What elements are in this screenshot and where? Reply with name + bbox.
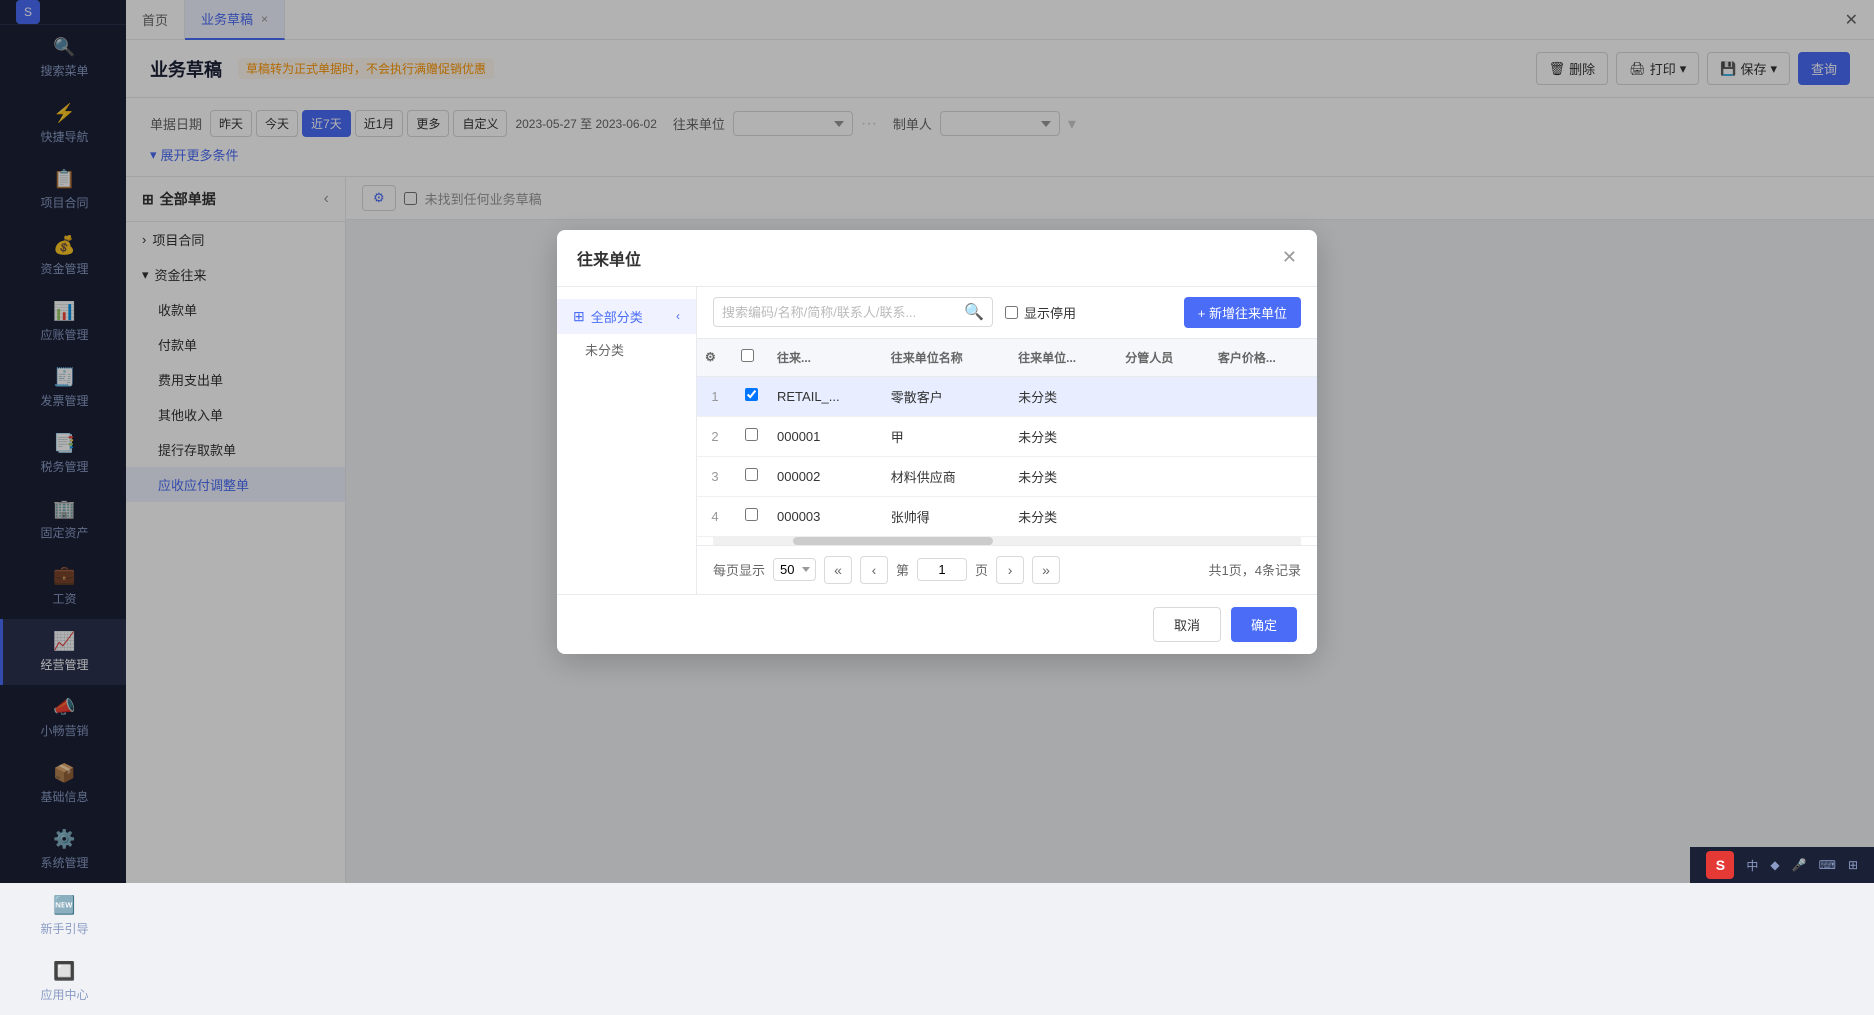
partner-modal: 往来单位 ✕ ⊞ 全部分类 ‹ 未分类 (557, 230, 1317, 654)
th-icon: ⚙ (697, 339, 733, 377)
row-check[interactable] (733, 496, 769, 536)
table-row[interactable]: 2 000001 甲 未分类 (697, 416, 1317, 456)
modal-category-uncategorized-label: 未分类 (585, 343, 624, 358)
row-code: 000001 (769, 416, 883, 456)
page-label: 第 (896, 560, 909, 579)
modal-header: 往来单位 ✕ (557, 230, 1317, 287)
modal-close-button[interactable]: ✕ (1282, 247, 1297, 268)
modal-category-all[interactable]: ⊞ 全部分类 ‹ (557, 299, 696, 334)
th-price: 客户价格... (1210, 339, 1317, 377)
row-code: 000002 (769, 456, 883, 496)
page-first-button[interactable]: « (824, 556, 852, 584)
bottom-logo: S (1706, 851, 1734, 879)
grid-icon: ⊞ (573, 308, 585, 325)
header-checkbox[interactable] (741, 349, 754, 362)
search-box: 🔍 (713, 297, 993, 327)
row-manager (1117, 496, 1210, 536)
modal-title: 往来单位 (577, 246, 641, 270)
row-price (1210, 416, 1317, 456)
cancel-button[interactable]: 取消 (1153, 607, 1221, 642)
row-manager (1117, 416, 1210, 456)
search-icon: 🔍 (964, 302, 984, 322)
row-category: 未分类 (1010, 496, 1117, 536)
per-page-label: 每页显示 (713, 560, 765, 579)
modal-table: ⚙ 往来... 往来单位名称 往来单位... (697, 339, 1317, 537)
show-disabled-text: 显示停用 (1024, 303, 1076, 322)
partner-table: ⚙ 往来... 往来单位名称 往来单位... (697, 339, 1317, 537)
th-name: 往来单位名称 (883, 339, 1010, 377)
confirm-button[interactable]: 确定 (1231, 607, 1297, 642)
modal-overlay[interactable]: 往来单位 ✕ ⊞ 全部分类 ‹ 未分类 (0, 0, 1874, 883)
bottom-item-diamond[interactable]: ◆ (1770, 858, 1779, 872)
row-category: 未分类 (1010, 456, 1117, 496)
page-suffix: 页 (975, 560, 988, 579)
new-partner-label: + 新增往来单位 (1198, 306, 1287, 321)
page-prev-button[interactable]: ‹ (860, 556, 888, 584)
bottom-item-lang[interactable]: 中 (1746, 857, 1758, 874)
sidebar-item-guide[interactable]: 🆕 新手引导 (0, 883, 126, 949)
sidebar-item-label: 新手引导 (40, 920, 88, 937)
row-category: 未分类 (1010, 416, 1117, 456)
per-page-select[interactable]: 50 (773, 558, 816, 581)
show-disabled-checkbox[interactable] (1005, 306, 1018, 319)
modal-body: ⊞ 全部分类 ‹ 未分类 🔍 显示停用 (557, 287, 1317, 594)
row-price (1210, 376, 1317, 416)
apps-icon: 🔲 (53, 961, 75, 982)
horizontal-scrollbar[interactable] (713, 537, 1301, 545)
row-price (1210, 456, 1317, 496)
row-name: 甲 (883, 416, 1010, 456)
row-num: 3 (697, 456, 733, 496)
row-code: RETAIL_... (769, 376, 883, 416)
sidebar-collapse-icon[interactable]: ‹ (676, 309, 680, 323)
modal-sidebar: ⊞ 全部分类 ‹ 未分类 (557, 287, 697, 594)
guide-icon: 🆕 (53, 895, 75, 916)
bottom-item-keyboard[interactable]: ⌨ (1819, 858, 1836, 872)
table-row[interactable]: 1 RETAIL_... 零散客户 未分类 (697, 376, 1317, 416)
sidebar-item-label: 应用中心 (40, 986, 88, 1003)
modal-pagination: 每页显示 50 « ‹ 第 页 › » 共1页，4条记录 (697, 545, 1317, 594)
total-records-label: 共1页，4条记录 (1209, 560, 1301, 579)
bottom-bar: S 中 ◆ 🎤 ⌨ ⊞ (1690, 847, 1874, 883)
row-category: 未分类 (1010, 376, 1117, 416)
row-name: 零散客户 (883, 376, 1010, 416)
show-disabled-label[interactable]: 显示停用 (1005, 303, 1076, 322)
row-manager (1117, 376, 1210, 416)
scrollbar-thumb[interactable] (793, 537, 993, 545)
row-num: 4 (697, 496, 733, 536)
th-manager: 分管人员 (1117, 339, 1210, 377)
th-code: 往来... (769, 339, 883, 377)
th-category: 往来单位... (1010, 339, 1117, 377)
modal-footer: 取消 确定 (557, 594, 1317, 654)
modal-toolbar: 🔍 显示停用 + 新增往来单位 (697, 287, 1317, 339)
new-partner-button[interactable]: + 新增往来单位 (1184, 297, 1301, 328)
page-number-input[interactable] (917, 558, 967, 581)
page-next-button[interactable]: › (996, 556, 1024, 584)
modal-category-uncategorized[interactable]: 未分类 (557, 334, 696, 365)
modal-main: 🔍 显示停用 + 新增往来单位 ⚙ (697, 287, 1317, 594)
row-check[interactable] (733, 416, 769, 456)
row-manager (1117, 456, 1210, 496)
page-last-button[interactable]: » (1032, 556, 1060, 584)
row-name: 材料供应商 (883, 456, 1010, 496)
row-code: 000003 (769, 496, 883, 536)
row-num: 1 (697, 376, 733, 416)
row-check[interactable] (733, 456, 769, 496)
th-check (733, 339, 769, 377)
table-header-row: ⚙ 往来... 往来单位名称 往来单位... (697, 339, 1317, 377)
bottom-item-grid[interactable]: ⊞ (1848, 858, 1858, 872)
table-row[interactable]: 4 000003 张帅得 未分类 (697, 496, 1317, 536)
partner-search-input[interactable] (722, 305, 960, 320)
modal-category-all-label: 全部分类 (591, 307, 643, 326)
sidebar-item-apps[interactable]: 🔲 应用中心 (0, 949, 126, 1015)
table-row[interactable]: 3 000002 材料供应商 未分类 (697, 456, 1317, 496)
row-name: 张帅得 (883, 496, 1010, 536)
row-check[interactable] (733, 376, 769, 416)
bottom-item-mic[interactable]: 🎤 (1792, 858, 1807, 872)
row-price (1210, 496, 1317, 536)
row-num: 2 (697, 416, 733, 456)
